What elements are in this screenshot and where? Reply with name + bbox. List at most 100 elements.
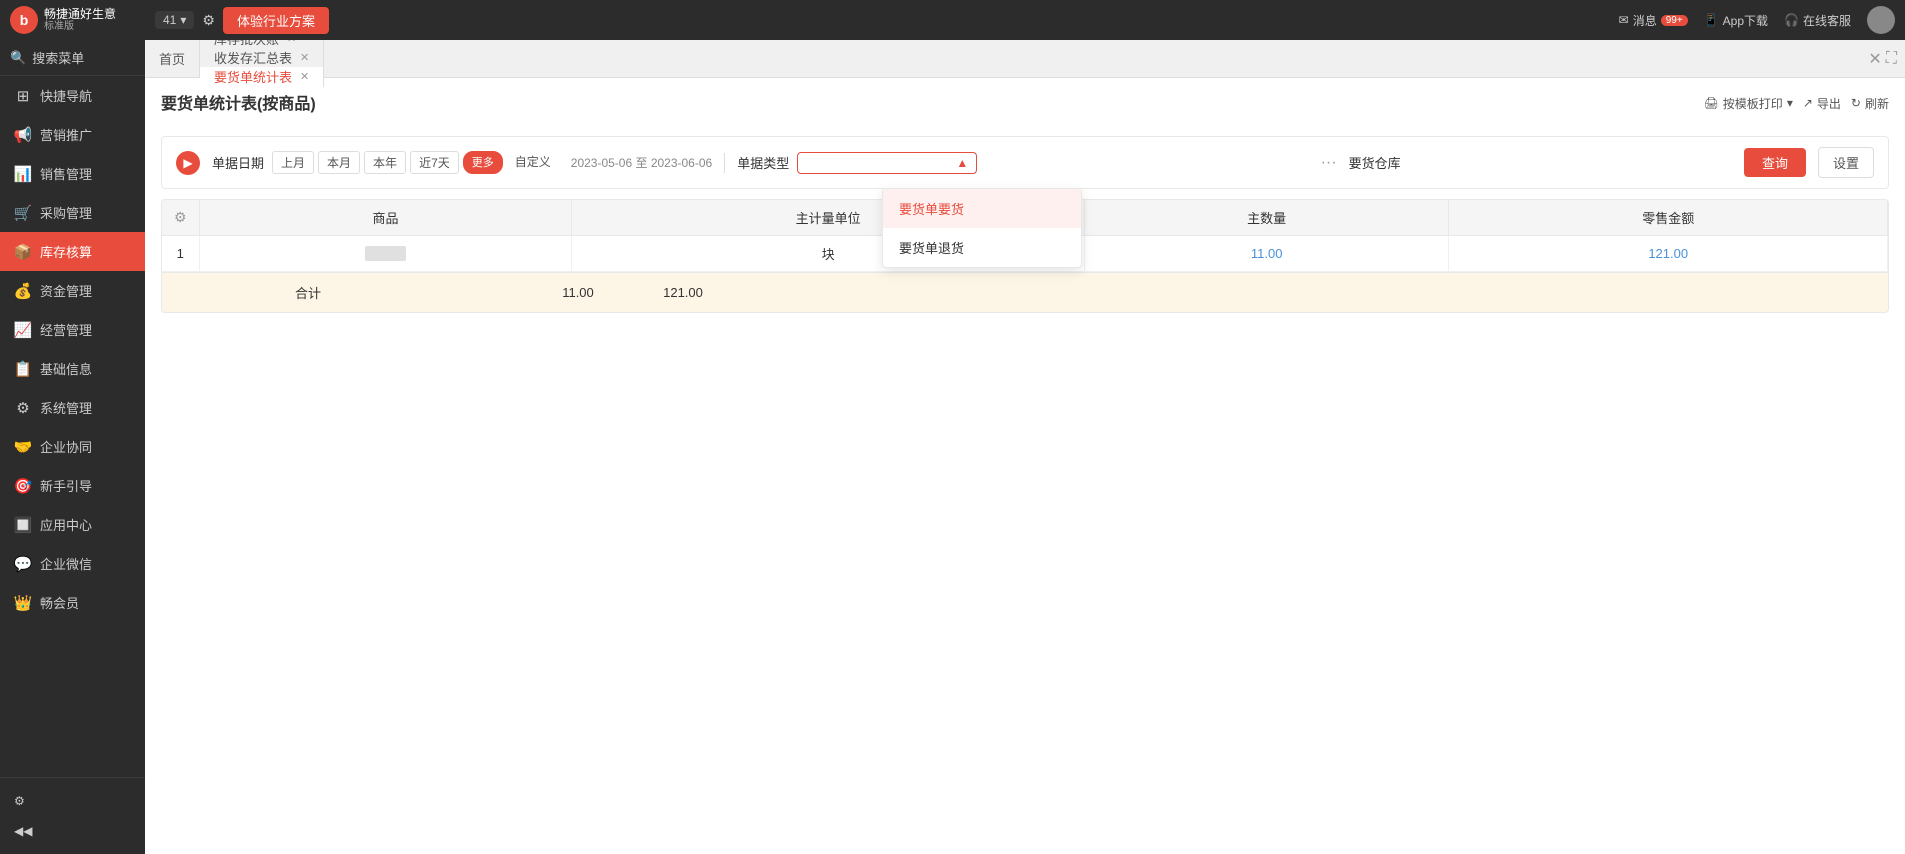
- gear-settings-icon[interactable]: ⚙: [174, 209, 187, 225]
- type-filter-section: 单据类型 ▲: [737, 152, 977, 174]
- sidebar-item-inventory[interactable]: 📦 库存核算: [0, 232, 145, 271]
- sidebar-item-system[interactable]: ⚙ 系统管理: [0, 388, 145, 427]
- online-service-item[interactable]: 🎧 在线客服: [1784, 12, 1851, 29]
- guide-icon: 🎯: [14, 477, 32, 495]
- logo: b 畅捷通好生意 标准版: [10, 6, 155, 34]
- sidebar-label-finance: 资金管理: [40, 281, 92, 300]
- sidebar-bottom-collapse[interactable]: ◀◀: [0, 816, 145, 846]
- row-product-0: ██ ██: [199, 236, 572, 272]
- sidebar-label-member: 畅会员: [40, 593, 79, 612]
- tab-right: ✕ ⛶: [1860, 49, 1905, 69]
- col-header-3: 主数量: [1084, 200, 1449, 236]
- dropdown-option-order-return[interactable]: 要货单退货: [883, 228, 1081, 267]
- sidebar-label-enterprise: 企业协同: [40, 437, 92, 456]
- app-download-item[interactable]: 📱 App下载: [1704, 12, 1768, 29]
- this-month-btn[interactable]: 本月: [318, 151, 360, 174]
- sidebar-search[interactable]: 🔍 搜索菜单: [0, 40, 145, 76]
- basic-icon: 📋: [14, 360, 32, 378]
- row-quantity-0: 11.00: [1084, 236, 1449, 272]
- last-7-days-btn[interactable]: 近7天: [410, 151, 459, 174]
- logo-icon: b: [10, 6, 38, 34]
- export-btn[interactable]: ↗ 导出: [1803, 95, 1841, 112]
- sidebar-label-purchase: 采购管理: [40, 203, 92, 222]
- sidebar-label-quick-nav: 快捷导航: [40, 86, 92, 105]
- sidebar-item-app-center[interactable]: 🔲 应用中心: [0, 505, 145, 544]
- maximize-icon[interactable]: ⛶: [1886, 50, 1897, 68]
- collapse-icon: ◀◀: [14, 824, 32, 838]
- settings-bottom-icon: ⚙: [14, 794, 25, 808]
- avatar[interactable]: [1867, 6, 1895, 34]
- purchase-icon: 🛒: [14, 204, 32, 222]
- total-row: 合计 11.00 121.00: [162, 272, 1888, 312]
- tab-home[interactable]: 首页: [145, 40, 200, 77]
- sidebar-item-basic[interactable]: 📋 基础信息: [0, 349, 145, 388]
- row-seq-0: 1: [162, 236, 199, 272]
- company-selector[interactable]: 41 ▾: [155, 11, 194, 29]
- finance-icon: 💰: [14, 282, 32, 300]
- message-icon: ✉: [1619, 13, 1629, 27]
- close-all-tabs-icon[interactable]: ✕: [1868, 49, 1881, 69]
- export-icon: ↗: [1803, 96, 1813, 110]
- more-dates-badge[interactable]: 更多: [463, 151, 503, 174]
- inventory-icon: 📦: [14, 243, 32, 261]
- message-item[interactable]: ✉ 消息 99+: [1619, 12, 1688, 29]
- type-label: 单据类型: [737, 153, 789, 172]
- custom-date-btn[interactable]: 自定义: [507, 151, 559, 174]
- col-header-1: 商品: [199, 200, 572, 236]
- last-month-btn[interactable]: 上月: [272, 151, 314, 174]
- query-btn[interactable]: 查询: [1744, 148, 1806, 177]
- member-icon: 👑: [14, 594, 32, 612]
- sidebar-item-member[interactable]: 👑 畅会员: [0, 583, 145, 622]
- total-quantity: 11.00: [528, 285, 628, 300]
- sidebar-label-marketing: 营销推广: [40, 125, 92, 144]
- content-area: 首页 库存批次账 ✕ 收发存汇总表 ✕ 要货单统计表 ✕ ✕ ⛶ 要货单统计表(…: [145, 40, 1905, 854]
- top-bar-right: ✉ 消息 99+ 📱 App下载 🎧 在线客服: [1619, 6, 1895, 34]
- close-tab-inventory-batch[interactable]: ✕: [287, 40, 296, 45]
- this-year-btn[interactable]: 本年: [364, 151, 406, 174]
- quick-nav-icon: ⊞: [14, 87, 32, 105]
- refresh-btn[interactable]: ↻ 刷新: [1851, 95, 1889, 112]
- filter-expand-btn[interactable]: ▶: [176, 151, 200, 175]
- tab-receivable-summary[interactable]: 收发存汇总表 ✕: [200, 48, 324, 67]
- sidebar-item-operations[interactable]: 📈 经营管理: [0, 310, 145, 349]
- type-select-arrow: ▲: [956, 156, 968, 170]
- dropdown-option-order-goods[interactable]: 要货单要货: [883, 189, 1081, 228]
- sidebar-item-wechat[interactable]: 💬 企业微信: [0, 544, 145, 583]
- settings-icon[interactable]: ⚙: [202, 12, 215, 29]
- sidebar: 🔍 搜索菜单 ⊞ 快捷导航 📢 营销推广 📊 销售管理 🛒 采购管理 📦 库存核…: [0, 40, 145, 854]
- search-icon: 🔍: [10, 50, 26, 66]
- sidebar-items: ⊞ 快捷导航 📢 营销推广 📊 销售管理 🛒 采购管理 📦 库存核算 💰 资金管…: [0, 76, 145, 622]
- filter-more-btn[interactable]: ···: [1321, 154, 1337, 172]
- sidebar-item-finance[interactable]: 💰 资金管理: [0, 271, 145, 310]
- company-name: 畅捷通好生意: [44, 7, 116, 21]
- sidebar-label-sales: 销售管理: [40, 164, 92, 183]
- sidebar-label-inventory: 库存核算: [40, 242, 92, 261]
- sidebar-label-system: 系统管理: [40, 398, 92, 417]
- sidebar-item-guide[interactable]: 🎯 新手引导: [0, 466, 145, 505]
- version-label: 标准版: [44, 21, 116, 33]
- sidebar-bottom: ⚙ ◀◀: [0, 777, 145, 854]
- tab-order-stats[interactable]: 要货单统计表 ✕: [200, 67, 324, 88]
- close-tab-receivable-summary[interactable]: ✕: [300, 51, 309, 64]
- type-select[interactable]: ▲: [797, 152, 977, 174]
- sidebar-item-enterprise[interactable]: 🤝 企业协同: [0, 427, 145, 466]
- industry-btn[interactable]: 体验行业方案: [223, 7, 329, 34]
- date-range-display: 2023-05-06 至 2023-06-06: [571, 154, 712, 171]
- close-tab-order-stats[interactable]: ✕: [300, 70, 309, 83]
- message-badge: 99+: [1661, 15, 1688, 26]
- sidebar-item-sales[interactable]: 📊 销售管理: [0, 154, 145, 193]
- print-template-btn[interactable]: 🖨 按模板打印 ▾: [1704, 95, 1793, 112]
- sidebar-item-quick-nav[interactable]: ⊞ 快捷导航: [0, 76, 145, 115]
- system-icon: ⚙: [14, 399, 32, 417]
- sidebar-item-marketing[interactable]: 📢 营销推广: [0, 115, 145, 154]
- sidebar-bottom-settings[interactable]: ⚙: [0, 786, 145, 816]
- tab-label-inventory-batch: 库存批次账: [214, 40, 279, 48]
- total-amount: 121.00: [628, 285, 738, 300]
- tab-inventory-batch[interactable]: 库存批次账 ✕: [200, 40, 324, 48]
- print-dropdown-icon: ▾: [1787, 96, 1793, 110]
- sidebar-item-purchase[interactable]: 🛒 采购管理: [0, 193, 145, 232]
- refresh-icon: ↻: [1851, 96, 1861, 110]
- page-content: 要货单统计表(按商品) 🖨 按模板打印 ▾ ↗ 导出 ↻ 刷新: [145, 78, 1905, 854]
- top-bar-center: 41 ▾ ⚙ 体验行业方案: [155, 7, 1619, 34]
- filter-settings-btn[interactable]: 设置: [1818, 147, 1874, 178]
